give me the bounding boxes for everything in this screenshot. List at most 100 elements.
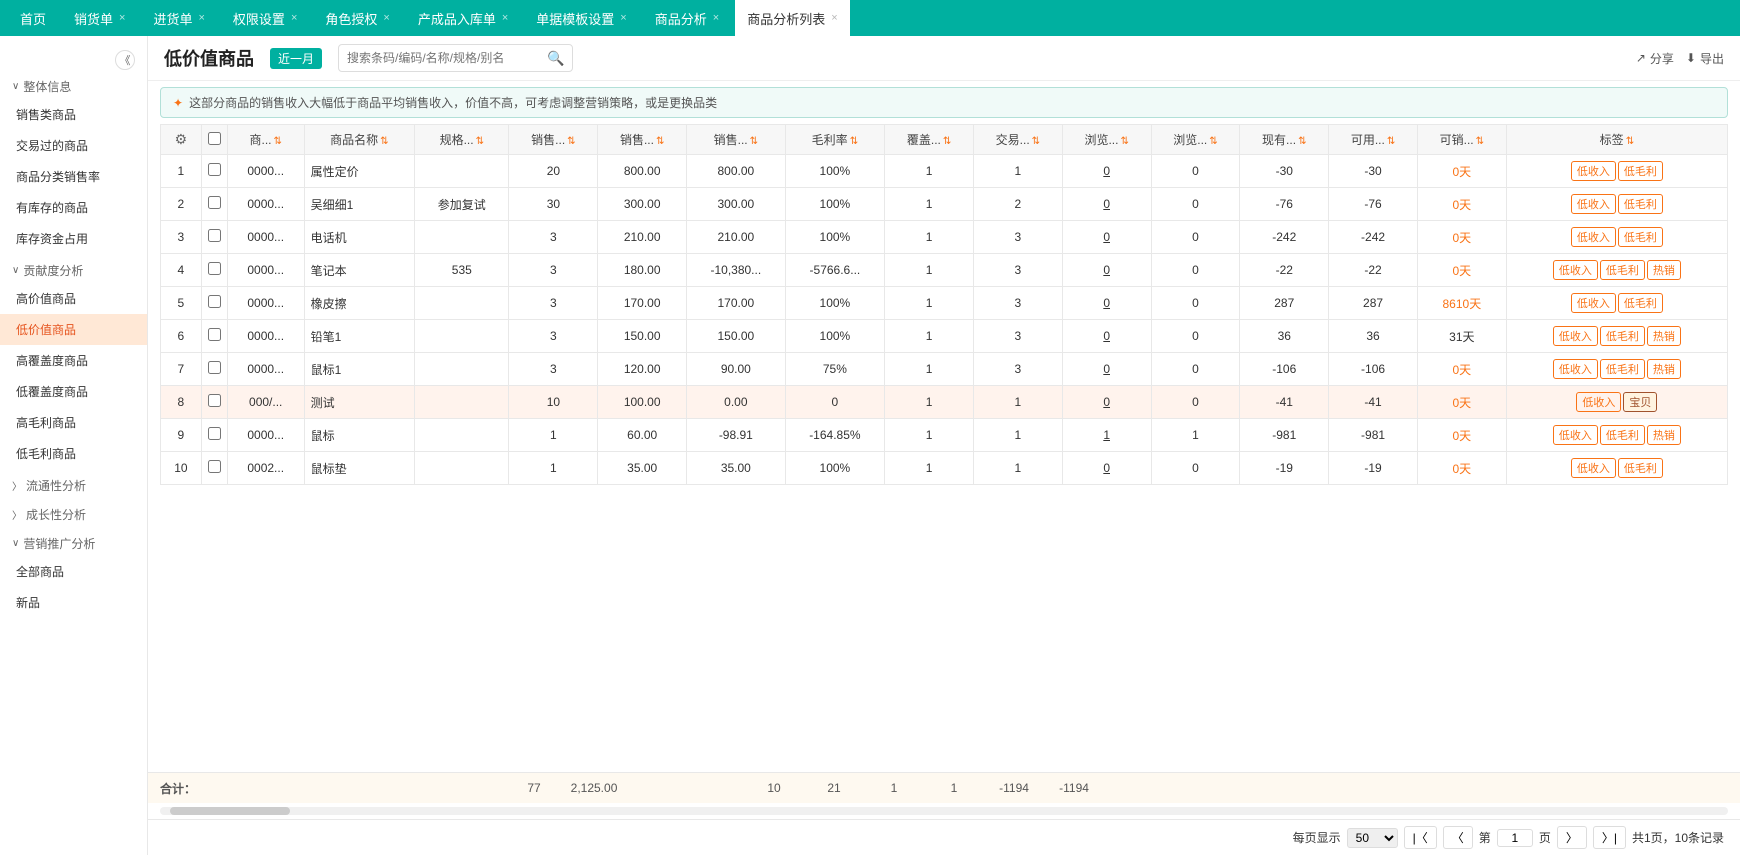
last-page-btn[interactable]: 〉|	[1593, 826, 1626, 849]
sidebar-section-marketing[interactable]: ∨营销推广分析	[0, 527, 147, 556]
close-icon[interactable]: ×	[119, 12, 125, 24]
first-page-btn[interactable]: |〈	[1404, 826, 1437, 849]
search-input[interactable]	[347, 51, 547, 65]
nav-home[interactable]: 首页	[8, 0, 58, 36]
cell-checkbox[interactable]	[201, 254, 227, 287]
cell-checkbox[interactable]	[201, 221, 227, 254]
col-price[interactable]: 销售...⇅	[598, 125, 687, 155]
sidebar-item-sales-products[interactable]: 销售类商品	[0, 99, 147, 130]
close-icon[interactable]: ×	[291, 12, 297, 24]
nav-sales[interactable]: 销货单×	[62, 0, 137, 36]
per-page-select[interactable]: 50 100 200	[1347, 828, 1398, 848]
cell-browse1[interactable]: 0	[1062, 320, 1151, 353]
sidebar-section-growth[interactable]: 〉成长性分析	[0, 498, 147, 527]
cell-checkbox[interactable]	[201, 155, 227, 188]
nav-permissions[interactable]: 权限设置×	[221, 0, 309, 36]
col-spec[interactable]: 规格...⇅	[415, 125, 509, 155]
row-checkbox[interactable]	[208, 295, 221, 308]
row-checkbox[interactable]	[208, 460, 221, 473]
row-checkbox[interactable]	[208, 328, 221, 341]
sidebar-section-overall[interactable]: ∨整体信息	[0, 70, 147, 99]
cell-browse1[interactable]: 0	[1062, 386, 1151, 419]
cell-checkbox[interactable]	[201, 287, 227, 320]
nav-product-analysis-list[interactable]: 商品分析列表×	[735, 0, 849, 36]
col-gross-rate[interactable]: 毛利率⇅	[785, 125, 885, 155]
search-icon[interactable]: 🔍	[547, 50, 564, 67]
prev-page-btn[interactable]: 〈	[1443, 826, 1473, 849]
sidebar-item-low-value[interactable]: 低价值商品	[0, 314, 147, 345]
table-row[interactable]: 10 0002... 鼠标垫 1 35.00 35.00 100% 1 1 0 …	[161, 452, 1728, 485]
sidebar-item-high-margin[interactable]: 高毛利商品	[0, 407, 147, 438]
table-row[interactable]: 1 0000... 属性定价 20 800.00 800.00 100% 1 1…	[161, 155, 1728, 188]
cell-browse1[interactable]: 0	[1062, 452, 1151, 485]
row-checkbox[interactable]	[208, 427, 221, 440]
period-button[interactable]: 近一月	[270, 48, 322, 69]
sidebar-item-new-products[interactable]: 新品	[0, 587, 147, 618]
row-checkbox[interactable]	[208, 229, 221, 242]
sidebar-item-all-products[interactable]: 全部商品	[0, 556, 147, 587]
cell-browse1[interactable]: 0	[1062, 254, 1151, 287]
scrollbar-thumb[interactable]	[170, 807, 290, 815]
col-amount[interactable]: 销售...⇅	[687, 125, 786, 155]
cell-browse1[interactable]: 0	[1062, 287, 1151, 320]
row-checkbox[interactable]	[208, 394, 221, 407]
nav-template[interactable]: 单据模板设置×	[524, 0, 638, 36]
table-row[interactable]: 9 0000... 鼠标 1 60.00 -98.91 -164.85% 1 1…	[161, 419, 1728, 452]
col-stock[interactable]: 现有...⇅	[1240, 125, 1329, 155]
close-icon[interactable]: ×	[713, 12, 719, 24]
nav-product-analysis[interactable]: 商品分析×	[643, 0, 731, 36]
row-checkbox[interactable]	[208, 262, 221, 275]
horizontal-scrollbar[interactable]	[160, 807, 1728, 815]
current-page-input[interactable]	[1497, 829, 1533, 847]
next-page-btn[interactable]: 〉	[1557, 826, 1587, 849]
table-row[interactable]: 5 0000... 橡皮擦 3 170.00 170.00 100% 1 3 0…	[161, 287, 1728, 320]
cell-browse1[interactable]: 0	[1062, 353, 1151, 386]
sidebar-item-category-sales-rate[interactable]: 商品分类销售率	[0, 161, 147, 192]
nav-role-auth[interactable]: 角色授权×	[313, 0, 401, 36]
nav-purchase[interactable]: 进货单×	[141, 0, 216, 36]
cell-browse1[interactable]: 1	[1062, 419, 1151, 452]
close-icon[interactable]: ×	[383, 12, 389, 24]
col-trade[interactable]: 交易...⇅	[973, 125, 1062, 155]
col-code[interactable]: 商...⇅	[227, 125, 304, 155]
sidebar-item-low-margin[interactable]: 低毛利商品	[0, 438, 147, 469]
select-all-checkbox[interactable]	[208, 132, 221, 145]
cell-browse1[interactable]: 0	[1062, 155, 1151, 188]
sidebar-item-traded-products[interactable]: 交易过的商品	[0, 130, 147, 161]
col-saleable[interactable]: 可销...⇅	[1417, 125, 1506, 155]
table-row[interactable]: 7 0000... 鼠标1 3 120.00 90.00 75% 1 3 0 0…	[161, 353, 1728, 386]
export-button[interactable]: ⬇ 导出	[1686, 50, 1724, 67]
close-icon[interactable]: ×	[198, 12, 204, 24]
cell-checkbox[interactable]	[201, 386, 227, 419]
sidebar-item-inventory-funds[interactable]: 库存资金占用	[0, 223, 147, 254]
table-row[interactable]: 6 0000... 铅笔1 3 150.00 150.00 100% 1 3 0…	[161, 320, 1728, 353]
table-row[interactable]: 4 0000... 笔记本 535 3 180.00 -10,380... -5…	[161, 254, 1728, 287]
sidebar-item-high-value[interactable]: 高价值商品	[0, 283, 147, 314]
table-row[interactable]: 2 0000... 吴细细1 参加复试 30 300.00 300.00 100…	[161, 188, 1728, 221]
sidebar-section-circulation[interactable]: 〉流通性分析	[0, 469, 147, 498]
col-tags[interactable]: 标签⇅	[1506, 125, 1727, 155]
col-settings[interactable]: ⚙	[161, 125, 202, 155]
col-name[interactable]: 商品名称⇅	[304, 125, 414, 155]
collapse-sidebar-btn[interactable]: 《	[115, 50, 135, 70]
col-browse1[interactable]: 浏览...⇅	[1062, 125, 1151, 155]
col-checkbox[interactable]	[201, 125, 227, 155]
col-available[interactable]: 可用...⇅	[1329, 125, 1418, 155]
col-qty[interactable]: 销售...⇅	[509, 125, 598, 155]
col-browse2[interactable]: 浏览...⇅	[1151, 125, 1240, 155]
sidebar-section-contribution[interactable]: ∨贡献度分析	[0, 254, 147, 283]
cell-checkbox[interactable]	[201, 419, 227, 452]
cell-checkbox[interactable]	[201, 353, 227, 386]
row-checkbox[interactable]	[208, 361, 221, 374]
cell-checkbox[interactable]	[201, 320, 227, 353]
share-button[interactable]: ↗ 分享	[1636, 50, 1674, 67]
col-coverage[interactable]: 覆盖...⇅	[885, 125, 974, 155]
close-icon[interactable]: ×	[620, 12, 626, 24]
cell-checkbox[interactable]	[201, 452, 227, 485]
sidebar-item-low-coverage[interactable]: 低覆盖度商品	[0, 376, 147, 407]
row-checkbox[interactable]	[208, 163, 221, 176]
nav-finished-goods[interactable]: 产成品入库单×	[406, 0, 520, 36]
close-icon[interactable]: ×	[502, 12, 508, 24]
table-row[interactable]: 8 000/... 测试 10 100.00 0.00 0 1 1 0 0 -4…	[161, 386, 1728, 419]
row-checkbox[interactable]	[208, 196, 221, 209]
